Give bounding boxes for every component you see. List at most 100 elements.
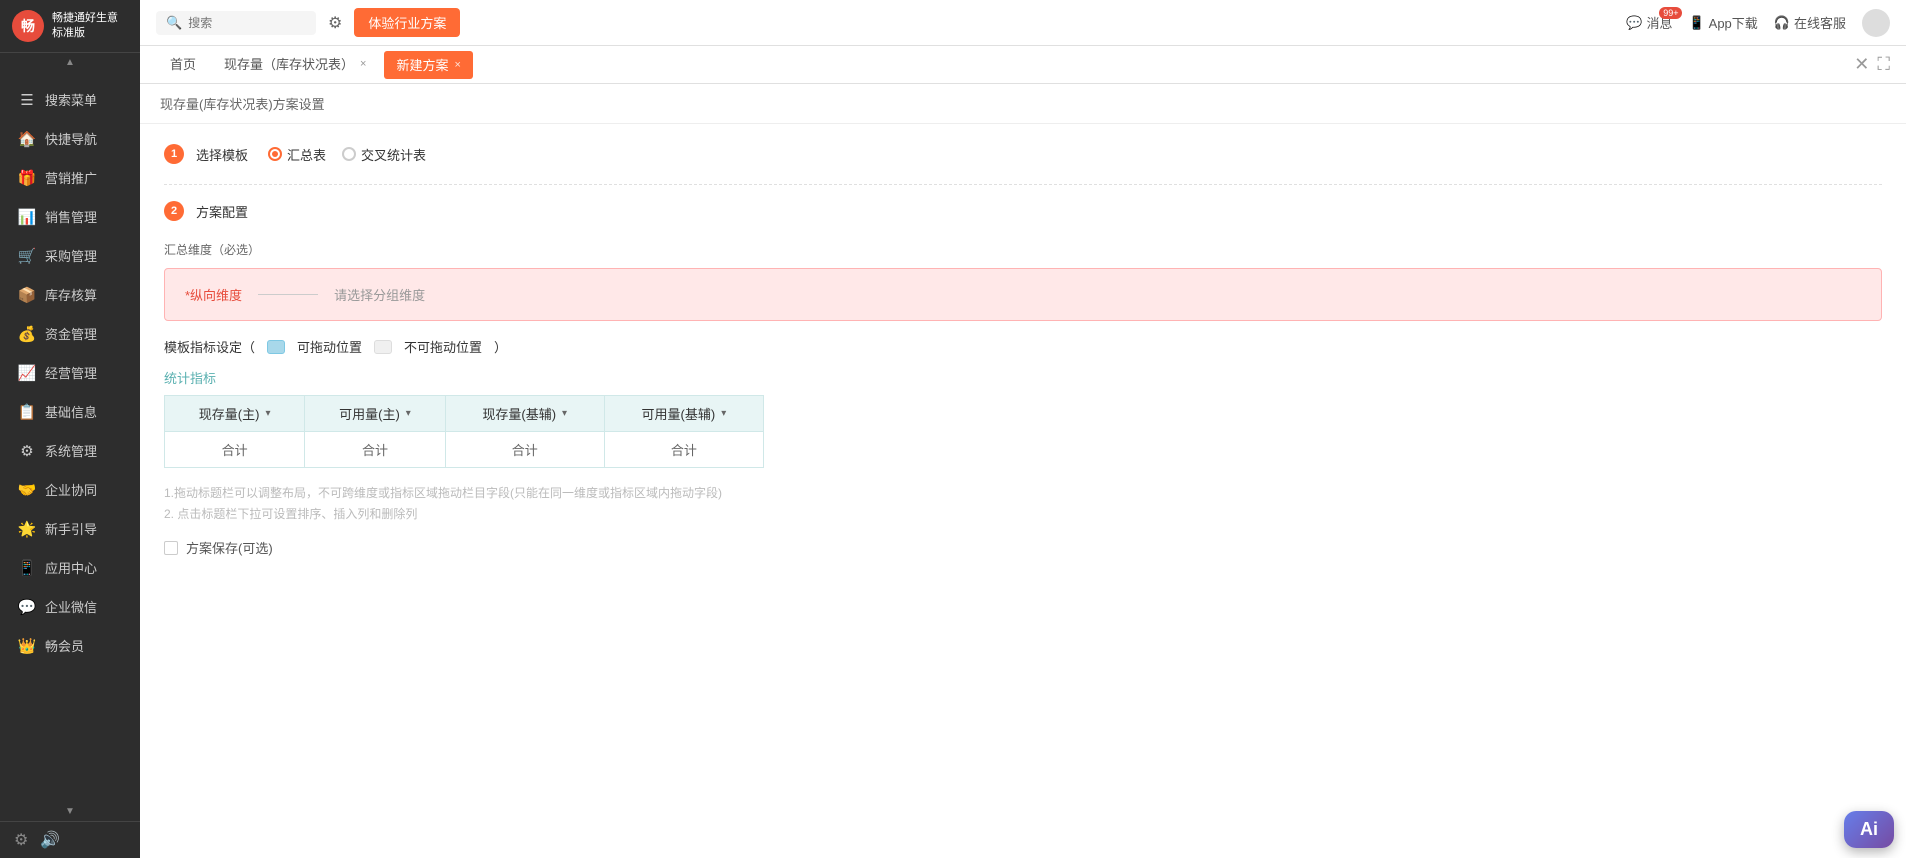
search-menu-icon: ☰: [17, 91, 37, 109]
sidebar-item-label: 库存核算: [45, 285, 97, 304]
config-panel: 1 选择模板 汇总表 交叉统计表 2 方案配置: [140, 124, 1906, 858]
col-header-1[interactable]: 可用量(主) ▾: [305, 396, 445, 432]
chevron-down-icon: ▾: [721, 408, 726, 419]
col-header-3[interactable]: 可用量(基辅) ▾: [604, 396, 763, 432]
cell-0-1: 合计: [305, 432, 445, 468]
radio-cross[interactable]: 交叉统计表: [342, 145, 426, 164]
col-header-0[interactable]: 现存量(主) ▾: [165, 396, 305, 432]
search-input[interactable]: [188, 16, 288, 30]
crown-icon: 👑: [17, 637, 37, 655]
dimension-placeholder[interactable]: 请选择分组维度: [334, 285, 425, 304]
sidebar-item-system[interactable]: ⚙ 系统管理: [0, 431, 140, 470]
cart-icon: 🛒: [17, 247, 37, 265]
gear-icon[interactable]: ⚙: [328, 13, 342, 33]
system-icon: ⚙: [17, 442, 37, 460]
chevron-down-icon: ▾: [406, 408, 411, 419]
search-box[interactable]: 🔍: [156, 11, 316, 35]
step1-label: 选择模板: [196, 145, 248, 164]
metrics-setting-row: 模板指标设定（ 可拖动位置 不可拖动位置 ）: [164, 337, 1882, 356]
sidebar-item-inventory[interactable]: 📦 库存核算: [0, 275, 140, 314]
download-icon: 📱: [1688, 15, 1704, 31]
tabs-bar: 首页 现存量（库存状况表） × 新建方案 × ✕ ⛶: [140, 46, 1906, 84]
handshake-icon: 🤝: [17, 481, 37, 499]
radio-summary-dot: [268, 147, 282, 161]
stats-table: 现存量(主) ▾ 可用量(主) ▾ 现存量(基辅: [164, 395, 764, 468]
tab-new-plan[interactable]: 新建方案 ×: [384, 51, 472, 79]
metrics-setting-label: 模板指标设定（: [164, 337, 255, 356]
home-icon: 🏠: [17, 130, 37, 148]
save-option-label: 方案保存(可选): [186, 538, 273, 557]
col-header-2[interactable]: 现存量(基辅) ▾: [445, 396, 604, 432]
sidebar-item-label: 系统管理: [45, 441, 97, 460]
sidebar-scroll-up[interactable]: ▲: [0, 53, 140, 72]
dimension-divider: [258, 294, 318, 295]
step2-label: 方案配置: [196, 202, 248, 221]
cell-0-2: 合计: [445, 432, 604, 468]
message-icon: 💬: [1626, 15, 1642, 31]
sidebar-item-label: 基础信息: [45, 402, 97, 421]
chevron-down-icon: ▾: [265, 408, 270, 419]
sidebar-item-member[interactable]: 👑 畅会员: [0, 626, 140, 665]
sidebar-item-operations[interactable]: 📈 经营管理: [0, 353, 140, 392]
service-icon: 🎧: [1774, 15, 1790, 31]
sidebar-scroll-down[interactable]: ▼: [0, 802, 140, 821]
drag-label: 可拖动位置: [297, 337, 362, 356]
sidebar-item-finance[interactable]: 💰 资金管理: [0, 314, 140, 353]
sidebar-item-label: 营销推广: [45, 168, 97, 187]
industry-plan-button[interactable]: 体验行业方案: [354, 8, 460, 37]
sidebar-logo: 畅 畅捷通好生意 标准版: [0, 0, 140, 53]
topbar: 🔍 ⚙ 体验行业方案 💬 消息 99+ 📱 App下载 🎧 在线客服: [140, 0, 1906, 46]
message-button[interactable]: 💬 消息 99+: [1626, 13, 1672, 32]
main-area: 🔍 ⚙ 体验行业方案 💬 消息 99+ 📱 App下载 🎧 在线客服: [140, 0, 1906, 858]
dimension-section-label: 汇总维度（必选）: [164, 241, 1882, 258]
sidebar-item-label: 搜索菜单: [45, 90, 97, 109]
tab-home[interactable]: 首页: [156, 46, 210, 84]
tab-fullscreen-icon[interactable]: ⛶: [1877, 54, 1890, 75]
tab-new-plan-close[interactable]: ×: [454, 59, 460, 71]
sidebar-item-label: 畅会员: [45, 636, 84, 655]
tabs-right-controls: ✕ ⛶: [1854, 54, 1890, 75]
sidebar-item-marketing[interactable]: 🎁 营销推广: [0, 158, 140, 197]
metrics-label-suffix: ）: [494, 337, 507, 356]
tab-new-plan-label: 新建方案: [396, 55, 448, 74]
tab-close-icon[interactable]: ✕: [1854, 54, 1869, 75]
tab-inventory-close[interactable]: ×: [360, 58, 366, 70]
sidebar-item-sales[interactable]: 📊 销售管理: [0, 197, 140, 236]
radio-summary-label: 汇总表: [287, 145, 326, 164]
radio-summary[interactable]: 汇总表: [268, 145, 326, 164]
sidebar-item-basics[interactable]: 📋 基础信息: [0, 392, 140, 431]
logo-icon: 畅: [12, 10, 44, 42]
tab-home-label: 首页: [170, 54, 196, 73]
wechat-icon: 💬: [17, 598, 37, 616]
sidebar-item-newbie[interactable]: 🌟 新手引导: [0, 509, 140, 548]
money-icon: 💰: [17, 325, 37, 343]
avatar[interactable]: [1862, 9, 1890, 37]
settings-icon[interactable]: ⚙: [14, 830, 28, 850]
sidebar-item-quick-nav[interactable]: 🏠 快捷导航: [0, 119, 140, 158]
sidebar-item-purchase[interactable]: 🛒 采购管理: [0, 236, 140, 275]
box-icon: 📦: [17, 286, 37, 304]
sidebar-item-search-menu[interactable]: ☰ 搜索菜单: [0, 80, 140, 119]
ai-badge[interactable]: Ai: [1844, 811, 1894, 848]
tab-inventory[interactable]: 现存量（库存状况表） ×: [210, 46, 380, 84]
sidebar-bottom: ⚙ 🔊: [0, 821, 140, 858]
save-checkbox[interactable]: [164, 541, 178, 555]
radio-cross-label: 交叉统计表: [361, 145, 426, 164]
cell-0-0: 合计: [165, 432, 305, 468]
topbar-right: 💬 消息 99+ 📱 App下载 🎧 在线客服: [1626, 9, 1890, 37]
speaker-icon[interactable]: 🔊: [40, 830, 60, 850]
sidebar-item-app-center[interactable]: 📱 应用中心: [0, 548, 140, 587]
sidebar-nav: ☰ 搜索菜单 🏠 快捷导航 🎁 营销推广 📊 销售管理 🛒 采购管理 📦 库存核…: [0, 72, 140, 802]
sidebar-item-cooperation[interactable]: 🤝 企业协同: [0, 470, 140, 509]
search-icon: 🔍: [166, 15, 182, 31]
online-service-link[interactable]: 🎧 在线客服: [1774, 13, 1846, 32]
basics-icon: 📋: [17, 403, 37, 421]
app-download-link[interactable]: 📱 App下载: [1688, 13, 1757, 32]
gift-icon: 🎁: [17, 169, 37, 187]
step1-row: 1 选择模板 汇总表 交叉统计表: [164, 144, 1882, 164]
step1-number: 1: [164, 144, 184, 164]
template-radio-group: 汇总表 交叉统计表: [268, 145, 426, 164]
sidebar-item-label: 资金管理: [45, 324, 97, 343]
sidebar-item-wechat[interactable]: 💬 企业微信: [0, 587, 140, 626]
table-row: 合计 合计 合计 合计: [165, 432, 764, 468]
